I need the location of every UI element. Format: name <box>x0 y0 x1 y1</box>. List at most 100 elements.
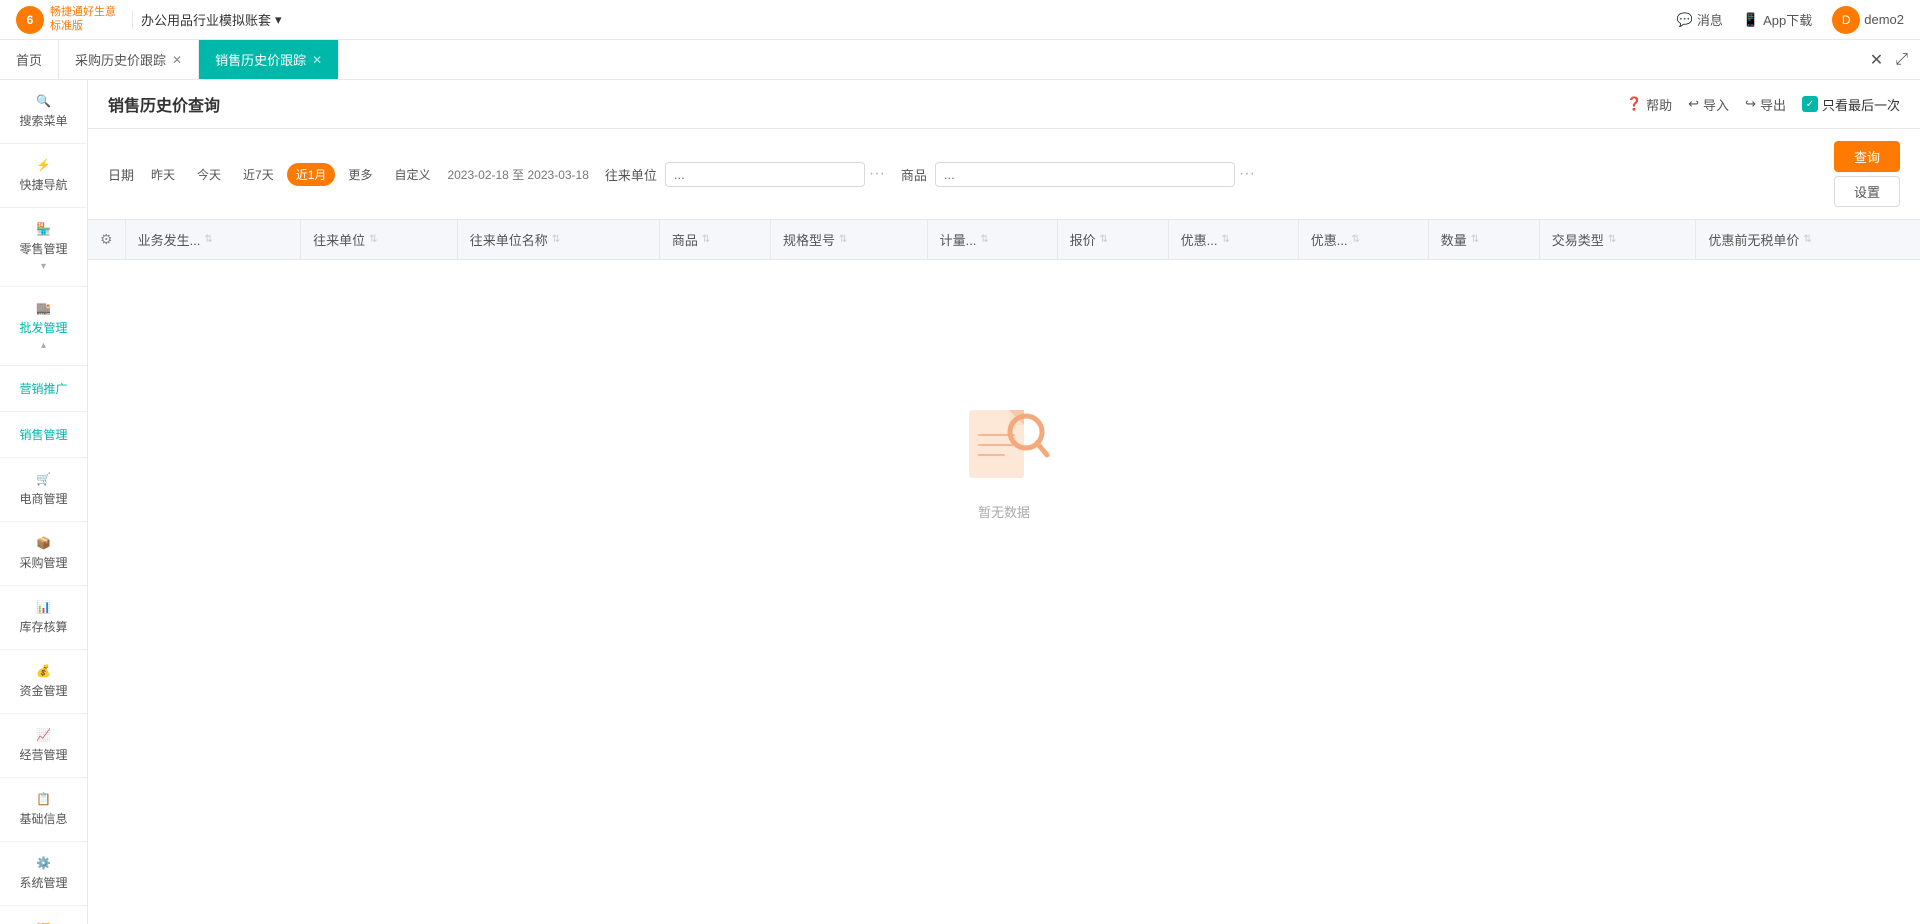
sidebar-item-shortcuts[interactable]: ⚡ 快捷导航 <box>0 144 87 208</box>
col-partner-name[interactable]: 往来单位名称 ⇅ <box>457 220 659 260</box>
system-icon: ⚙️ <box>36 856 51 870</box>
date-buttons: 昨天 今天 近7天 近1月 更多 自定义 <box>142 163 439 186</box>
date-btn-yesterday[interactable]: 昨天 <box>142 163 184 186</box>
sidebar-item-operations[interactable]: 📈 经营管理 <box>0 714 87 778</box>
column-settings-icon[interactable]: ⚙ <box>100 231 113 247</box>
message-button[interactable]: 💬 消息 <box>1677 10 1723 29</box>
empty-state-row: 暂无数据 <box>88 260 1920 662</box>
sidebar-item-finance[interactable]: 💰 资金管理 <box>0 650 87 714</box>
empty-illustration <box>954 400 1054 490</box>
company-selector[interactable]: 办公用品行业模拟账套 ▾ <box>132 10 290 29</box>
tab-window-controls: ✕ ⤢ <box>1858 40 1920 79</box>
filter-bar: 日期 昨天 今天 近7天 近1月 更多 自定义 2023-02-18 至 202… <box>88 129 1920 220</box>
date-btn-more[interactable]: 更多 <box>339 163 381 186</box>
import-button[interactable]: ↩ 导入 <box>1688 95 1729 114</box>
col-discount1[interactable]: 优惠... ⇅ <box>1168 220 1298 260</box>
empty-text: 暂无数据 <box>978 502 1030 521</box>
logo-area: 6 畅捷通好生意 标准版 <box>16 6 116 34</box>
col-product[interactable]: 商品 ⇅ <box>659 220 770 260</box>
page-actions: ❓ 帮助 ↩ 导入 ↪ 导出 ✓ 只看最后一次 <box>1626 95 1900 114</box>
app-download-button[interactable]: 📱 App下载 <box>1743 10 1812 29</box>
col-settings: ⚙ <box>88 220 125 260</box>
page-header: 销售历史价查询 ❓ 帮助 ↩ 导入 ↪ 导出 ✓ 只看最后一次 <box>88 80 1920 129</box>
product-input[interactable] <box>935 162 1235 187</box>
nav-tabs: 首页 采购历史价跟踪 ✕ 销售历史价跟踪 ✕ ✕ ⤢ <box>0 40 1920 80</box>
sort-icon-date: ⇅ <box>204 234 212 245</box>
date-filter-group: 日期 昨天 今天 近7天 近1月 更多 自定义 2023-02-18 至 202… <box>108 163 589 186</box>
date-btn-today[interactable]: 今天 <box>188 163 230 186</box>
sidebar-sub-marketing[interactable]: 营销推广 <box>0 366 87 412</box>
main-layout: 🔍 搜索菜单 ⚡ 快捷导航 🏪 零售管理 ▾ 🏬 批发管理 ▴ 营销推广 销售管… <box>0 80 1920 924</box>
col-unit[interactable]: 计量... ⇅ <box>927 220 1057 260</box>
sidebar-item-wholesale[interactable]: 🏬 批发管理 ▴ <box>0 287 87 366</box>
chevron-down-icon: ▾ <box>275 12 282 28</box>
download-icon: 📱 <box>1743 12 1759 28</box>
date-btn-custom[interactable]: 自定义 <box>385 163 439 186</box>
only-last-checkbox[interactable]: ✓ <box>1802 96 1818 112</box>
date-range-display: 2023-02-18 至 2023-03-18 <box>447 166 588 183</box>
sidebar-item-system[interactable]: ⚙️ 系统管理 <box>0 842 87 906</box>
date-btn-7days[interactable]: 近7天 <box>234 163 283 186</box>
wholesale-icon: 🏬 <box>36 301 51 315</box>
sidebar-item-basic-info[interactable]: 📋 基础信息 <box>0 778 87 842</box>
product-search-icon[interactable]: ··· <box>1239 165 1255 183</box>
chevron-down-icon: ▾ <box>41 261 46 272</box>
col-spec[interactable]: 规格型号 ⇅ <box>770 220 927 260</box>
partner-filter-group: 往来单位 ··· <box>605 162 885 187</box>
search-icon: 🔍 <box>36 94 51 108</box>
close-tab-purchase[interactable]: ✕ <box>172 53 182 67</box>
retail-icon: 🏪 <box>36 222 51 236</box>
col-price[interactable]: 报价 ⇅ <box>1057 220 1168 260</box>
date-btn-1month[interactable]: 近1月 <box>287 163 336 186</box>
col-trade-type[interactable]: 交易类型 ⇅ <box>1539 220 1696 260</box>
sidebar-item-search[interactable]: 🔍 搜索菜单 <box>0 80 87 144</box>
sort-icon-discount1: ⇅ <box>1222 234 1230 245</box>
top-bar-right: 💬 消息 📱 App下载 D demo2 <box>1677 6 1904 34</box>
sidebar-item-purchase[interactable]: 📦 采购管理 <box>0 522 87 586</box>
help-icon: ❓ <box>1626 96 1642 112</box>
shortcut-icon: ⚡ <box>36 158 51 172</box>
purchase-icon: 📦 <box>36 536 51 550</box>
sidebar-item-retail[interactable]: 🏪 零售管理 ▾ <box>0 208 87 287</box>
basic-info-icon: 📋 <box>36 792 51 806</box>
logo-text: 畅捷通好生意 标准版 <box>50 6 116 32</box>
sidebar-item-enterprise[interactable]: 🤝 企业协同 <box>0 906 87 924</box>
sidebar: 🔍 搜索菜单 ⚡ 快捷导航 🏪 零售管理 ▾ 🏬 批发管理 ▴ 营销推广 销售管… <box>0 80 88 924</box>
inventory-icon: 📊 <box>36 600 51 614</box>
maximize-window-button[interactable]: ⤢ <box>1891 47 1912 73</box>
col-partner-code[interactable]: 往来单位 ⇅ <box>301 220 458 260</box>
product-label: 商品 <box>901 165 927 184</box>
close-tab-sales[interactable]: ✕ <box>312 53 322 67</box>
partner-input-container: ··· <box>665 162 885 187</box>
col-pretax-price[interactable]: 优惠前无税单价 ⇅ <box>1696 220 1920 260</box>
partner-input[interactable] <box>665 162 865 187</box>
sidebar-item-inventory[interactable]: 📊 库存核算 <box>0 586 87 650</box>
enterprise-icon: 🤝 <box>36 920 51 924</box>
sort-icon-price: ⇅ <box>1100 234 1108 245</box>
col-discount2[interactable]: 优惠... ⇅ <box>1298 220 1428 260</box>
product-filter-group: 商品 ··· <box>901 162 1255 187</box>
tab-purchase-history[interactable]: 采购历史价跟踪 ✕ <box>59 40 199 79</box>
partner-search-icon[interactable]: ··· <box>869 165 885 183</box>
tab-sales-history[interactable]: 销售历史价跟踪 ✕ <box>199 40 339 79</box>
page-title: 销售历史价查询 <box>108 92 220 116</box>
sidebar-sub-sales[interactable]: 销售管理 <box>0 412 87 458</box>
query-button[interactable]: 查询 <box>1834 141 1900 172</box>
table-header-row: ⚙ 业务发生... ⇅ 往来单位 ⇅ <box>88 220 1920 260</box>
content-area: 销售历史价查询 ❓ 帮助 ↩ 导入 ↪ 导出 ✓ 只看最后一次 <box>88 80 1920 924</box>
tab-home[interactable]: 首页 <box>0 40 59 79</box>
sort-icon-pretax-price: ⇅ <box>1803 234 1811 245</box>
export-button[interactable]: ↪ 导出 <box>1745 95 1786 114</box>
sort-icon-trade-type: ⇅ <box>1608 234 1616 245</box>
col-quantity[interactable]: 数量 ⇅ <box>1428 220 1539 260</box>
logo-icon: 6 <box>16 6 44 34</box>
settings-button[interactable]: 设置 <box>1834 176 1900 207</box>
close-window-button[interactable]: ✕ <box>1866 46 1887 74</box>
help-button[interactable]: ❓ 帮助 <box>1626 95 1672 114</box>
col-date[interactable]: 业务发生... ⇅ <box>125 220 301 260</box>
partner-label: 往来单位 <box>605 165 657 184</box>
only-last-checkbox-label[interactable]: ✓ 只看最后一次 <box>1802 95 1900 114</box>
operations-icon: 📈 <box>36 728 51 742</box>
user-profile[interactable]: D demo2 <box>1832 6 1904 34</box>
sidebar-item-ecommerce[interactable]: 🛒 电商管理 <box>0 458 87 522</box>
